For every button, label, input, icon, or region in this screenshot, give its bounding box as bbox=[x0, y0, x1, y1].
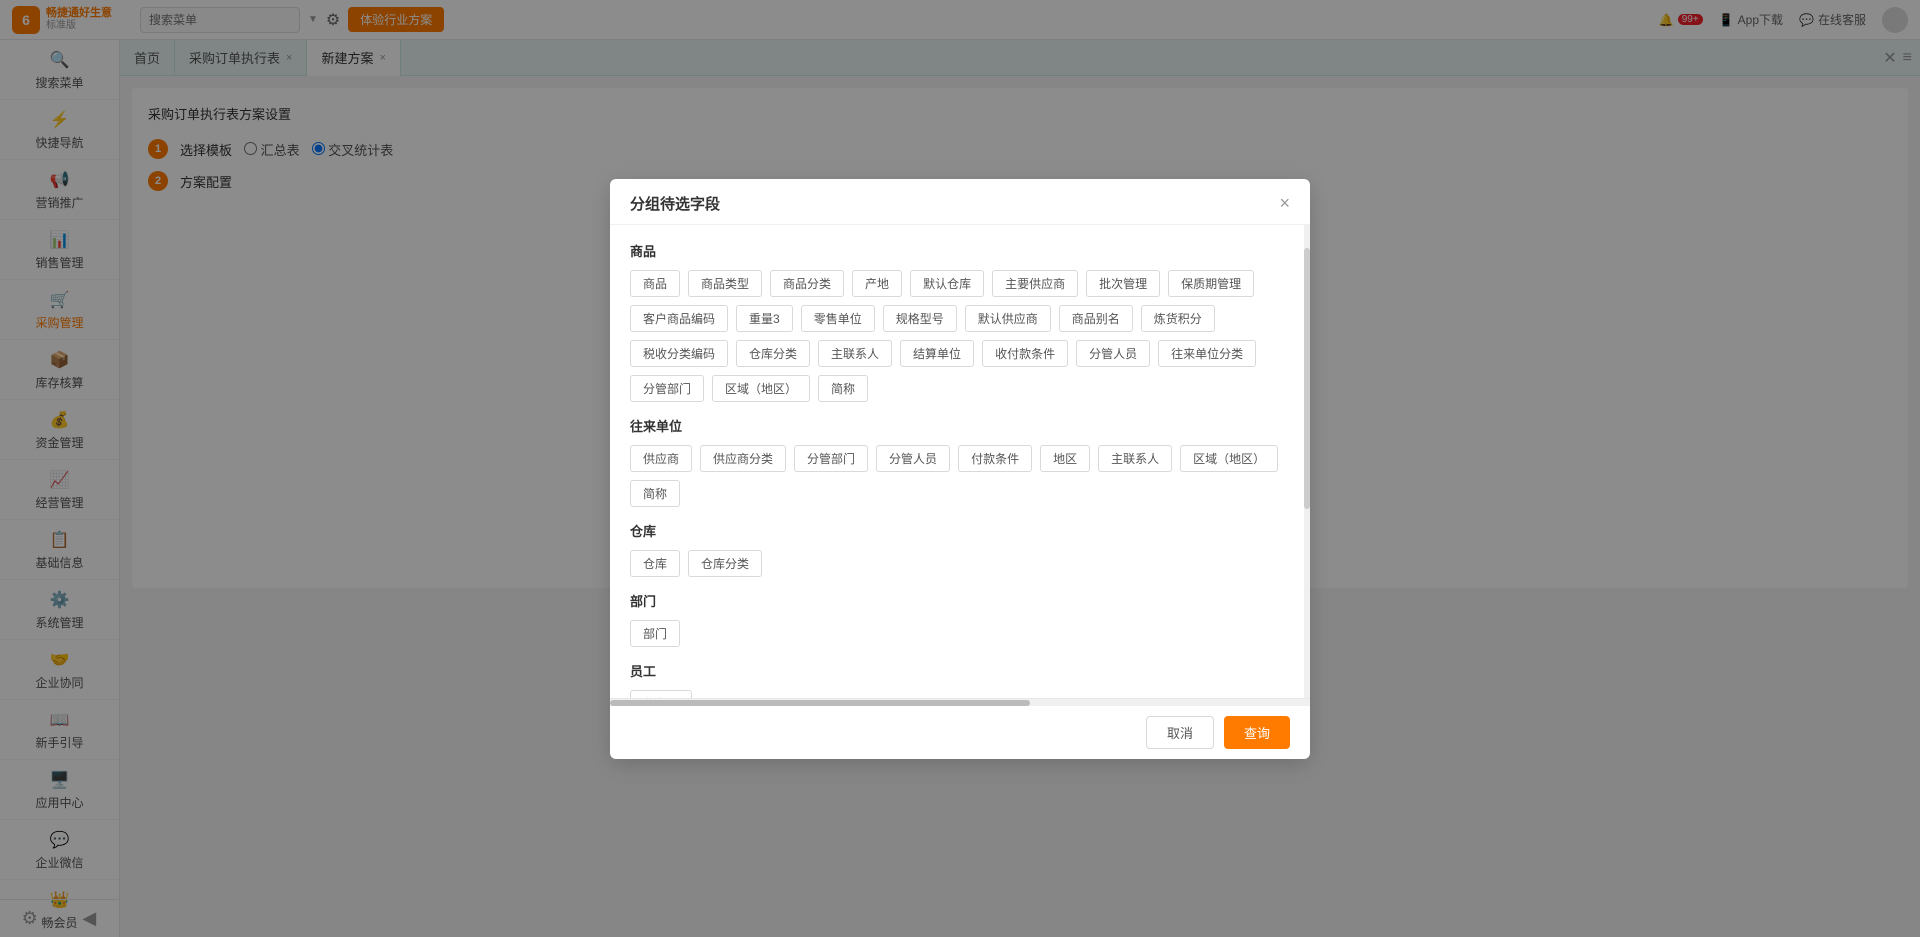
field-grid-dept: 部门 bbox=[630, 620, 1290, 647]
confirm-button[interactable]: 查询 bbox=[1224, 716, 1290, 749]
field-tag[interactable]: 客户商品编码 bbox=[630, 305, 728, 332]
field-tag[interactable]: 商品 bbox=[630, 270, 680, 297]
field-tag[interactable]: 分管部门 bbox=[794, 445, 868, 472]
field-tag[interactable]: 收付款条件 bbox=[982, 340, 1068, 367]
field-tag[interactable]: 保质期管理 bbox=[1168, 270, 1254, 297]
modal-hscroll[interactable] bbox=[610, 698, 1310, 704]
field-tag[interactable]: 主联系人 bbox=[818, 340, 892, 367]
field-tag[interactable]: 往来单位分类 bbox=[1158, 340, 1256, 367]
section-title-staff: 员工 bbox=[630, 661, 1290, 680]
field-tag[interactable]: 区域（地区） bbox=[1180, 445, 1278, 472]
cancel-button[interactable]: 取消 bbox=[1146, 716, 1214, 749]
field-tag[interactable]: 区域（地区） bbox=[712, 375, 810, 402]
field-tag[interactable]: 仓库 bbox=[630, 550, 680, 577]
field-tag[interactable]: 主要供应商 bbox=[992, 270, 1078, 297]
field-grid-goods: 商品 商品类型 商品分类 产地 默认仓库 主要供应商 批次管理 保质期管理 客户… bbox=[630, 270, 1290, 402]
modal-hscroll-thumb bbox=[610, 700, 1030, 706]
field-tag[interactable]: 地区 bbox=[1040, 445, 1090, 472]
field-tag[interactable]: 主联系人 bbox=[1098, 445, 1172, 472]
field-tag[interactable]: 部门 bbox=[630, 620, 680, 647]
field-grid-warehouse: 仓库 仓库分类 bbox=[630, 550, 1290, 577]
field-tag[interactable]: 付款条件 bbox=[958, 445, 1032, 472]
field-tag[interactable]: 结算单位 bbox=[900, 340, 974, 367]
field-tag[interactable]: 业务员 bbox=[630, 690, 692, 699]
field-tag[interactable]: 重量3 bbox=[736, 305, 793, 332]
modal-vscroll-thumb bbox=[1304, 248, 1310, 509]
field-tag[interactable]: 规格型号 bbox=[883, 305, 957, 332]
field-tag[interactable]: 供应商 bbox=[630, 445, 692, 472]
modal-dialog: 分组待选字段 × 商品 商品 商品类型 商品分类 产地 默认仓库 主要供应商 批… bbox=[610, 179, 1310, 759]
field-tag[interactable]: 仓库分类 bbox=[688, 550, 762, 577]
field-tag[interactable]: 简称 bbox=[818, 375, 868, 402]
field-grid-staff: 业务员 bbox=[630, 690, 1290, 699]
modal-vscroll-track[interactable] bbox=[1304, 225, 1310, 699]
field-tag[interactable]: 批次管理 bbox=[1086, 270, 1160, 297]
field-tag[interactable]: 商品别名 bbox=[1059, 305, 1133, 332]
field-tag[interactable]: 分管人员 bbox=[876, 445, 950, 472]
field-tag[interactable]: 产地 bbox=[852, 270, 902, 297]
modal-header: 分组待选字段 × bbox=[610, 179, 1310, 225]
field-grid-partner: 供应商 供应商分类 分管部门 分管人员 付款条件 地区 主联系人 区域（地区） … bbox=[630, 445, 1290, 507]
field-tag[interactable]: 商品类型 bbox=[688, 270, 762, 297]
field-tag[interactable]: 默认供应商 bbox=[965, 305, 1051, 332]
field-tag[interactable]: 供应商分类 bbox=[700, 445, 786, 472]
modal-body: 商品 商品 商品类型 商品分类 产地 默认仓库 主要供应商 批次管理 保质期管理… bbox=[610, 225, 1310, 699]
field-tag[interactable]: 税收分类编码 bbox=[630, 340, 728, 367]
field-tag[interactable]: 分管人员 bbox=[1076, 340, 1150, 367]
section-title-dept: 部门 bbox=[630, 591, 1290, 610]
field-tag[interactable]: 分管部门 bbox=[630, 375, 704, 402]
field-tag[interactable]: 简称 bbox=[630, 480, 680, 507]
modal-close-button[interactable]: × bbox=[1279, 194, 1290, 212]
section-title-goods: 商品 bbox=[630, 241, 1290, 260]
modal-overlay: 分组待选字段 × 商品 商品 商品类型 商品分类 产地 默认仓库 主要供应商 批… bbox=[0, 0, 1920, 937]
field-tag[interactable]: 仓库分类 bbox=[736, 340, 810, 367]
modal-title: 分组待选字段 bbox=[630, 193, 720, 214]
field-tag[interactable]: 零售单位 bbox=[801, 305, 875, 332]
field-tag[interactable]: 商品分类 bbox=[770, 270, 844, 297]
section-title-warehouse: 仓库 bbox=[630, 521, 1290, 540]
field-tag[interactable]: 炼货积分 bbox=[1141, 305, 1215, 332]
field-tag[interactable]: 默认仓库 bbox=[910, 270, 984, 297]
section-title-partner: 往来单位 bbox=[630, 416, 1290, 435]
modal-footer: 取消 查询 bbox=[610, 705, 1310, 759]
